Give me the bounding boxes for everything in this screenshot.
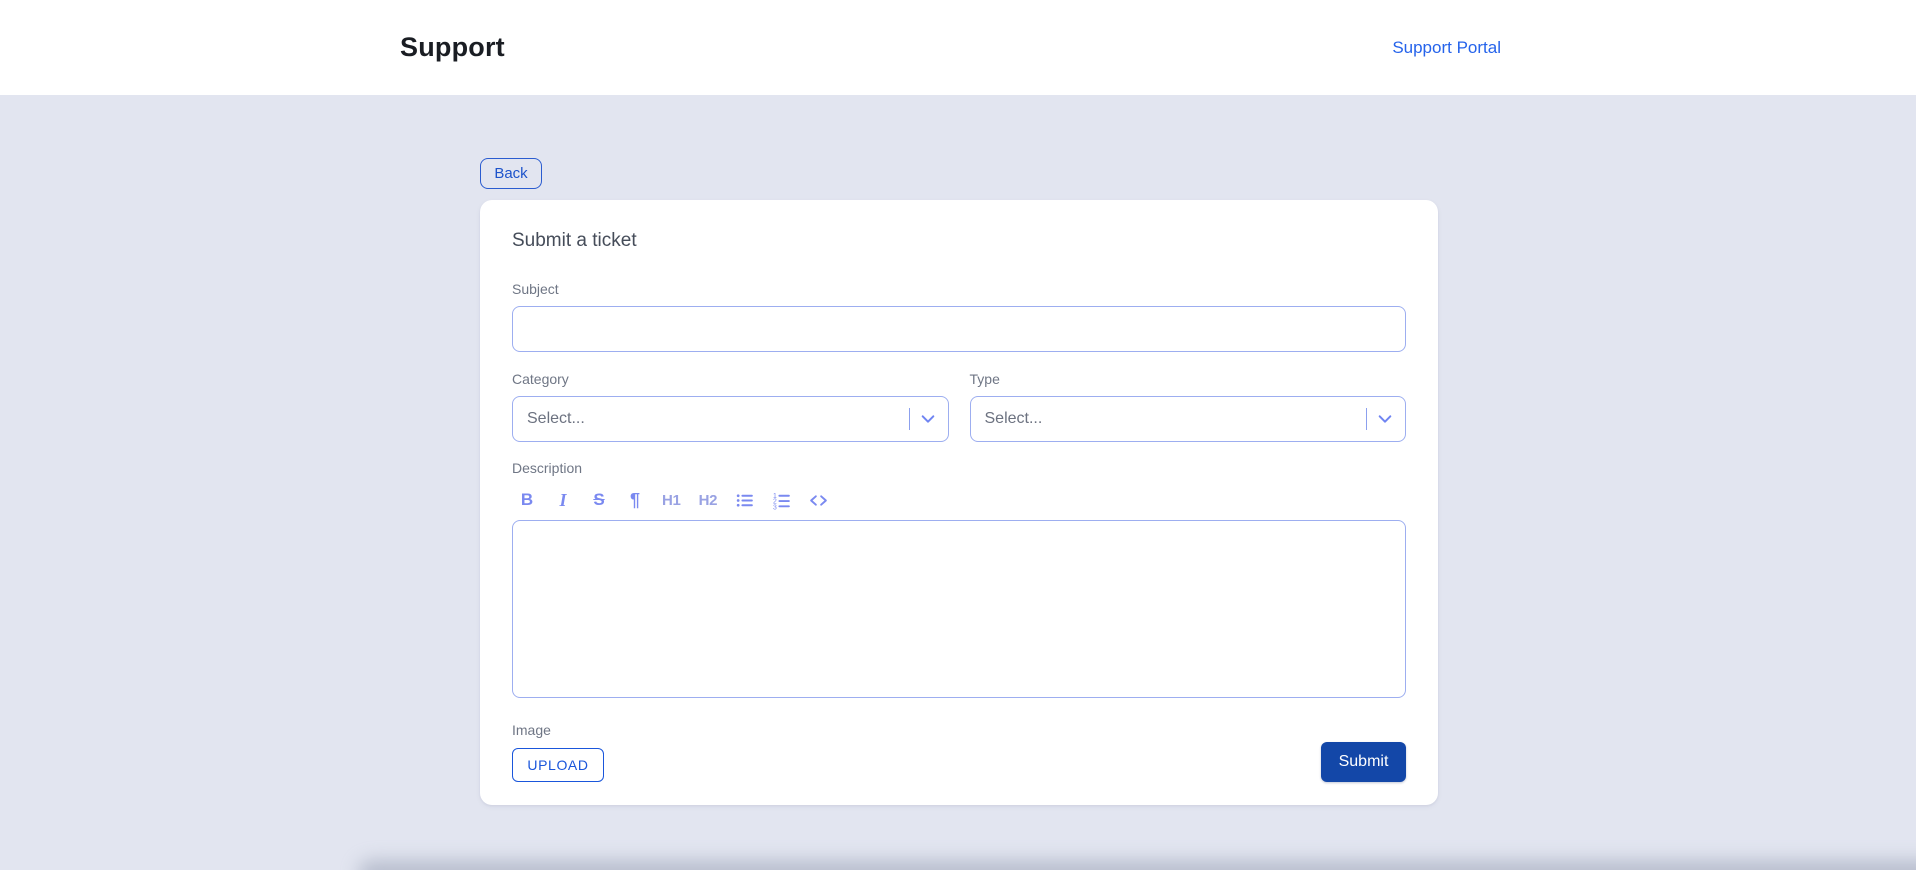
description-editor[interactable] (512, 520, 1406, 698)
chevron-down-icon[interactable] (918, 409, 938, 429)
back-button[interactable]: Back (480, 158, 542, 189)
type-label: Type (969, 371, 1000, 387)
paragraph-icon[interactable]: ¶ (624, 488, 646, 512)
submit-button[interactable]: Submit (1321, 742, 1406, 782)
heading2-icon[interactable]: H2 (697, 488, 720, 512)
category-select[interactable]: Select... (512, 396, 949, 442)
description-field: Description B I S ¶ H1 H2 1 2 3 (512, 460, 1406, 703)
category-field: Category Select... (512, 371, 949, 442)
image-label: Image (512, 722, 551, 738)
image-field: Image UPLOAD (512, 722, 604, 782)
chevron-down-icon[interactable] (1375, 409, 1395, 429)
subject-field: Subject (512, 281, 1406, 352)
subject-input[interactable] (512, 306, 1406, 352)
ordered-list-icon[interactable]: 1 2 3 (770, 488, 793, 512)
italic-icon[interactable]: I (552, 488, 574, 512)
type-select[interactable]: Select... (969, 396, 1406, 442)
code-icon[interactable] (807, 488, 830, 512)
category-select-value: Select... (527, 410, 585, 427)
card-footer-row: Image UPLOAD Submit (512, 722, 1406, 782)
category-label: Category (512, 371, 569, 387)
type-select-value: Select... (984, 410, 1043, 427)
card-title: Submit a ticket (512, 230, 637, 251)
type-field: Type Select... (969, 371, 1406, 442)
select-separator (1366, 408, 1367, 430)
bullet-list-icon[interactable] (733, 488, 756, 512)
category-type-row: Category Select... Type Select... (512, 371, 1406, 442)
upload-button[interactable]: UPLOAD (512, 748, 604, 782)
heading1-icon[interactable]: H1 (660, 488, 683, 512)
select-separator (908, 408, 910, 430)
strikethrough-icon[interactable]: S (588, 488, 610, 512)
page-body: Back Submit a ticket Subject Category Se… (0, 95, 1916, 870)
svg-text:3: 3 (773, 504, 777, 510)
page-title: Support (400, 32, 505, 62)
submit-ticket-card: Submit a ticket Subject Category Select.… (480, 200, 1438, 805)
description-label: Description (512, 460, 583, 476)
subject-label: Subject (512, 281, 559, 297)
support-portal-link[interactable]: Support Portal (1392, 38, 1501, 58)
app-header: Support Support Portal (0, 0, 1916, 95)
rich-text-toolbar: B I S ¶ H1 H2 1 2 3 (516, 487, 1406, 513)
bottom-window-shadow (358, 860, 1916, 870)
bold-icon[interactable]: B (516, 488, 538, 512)
